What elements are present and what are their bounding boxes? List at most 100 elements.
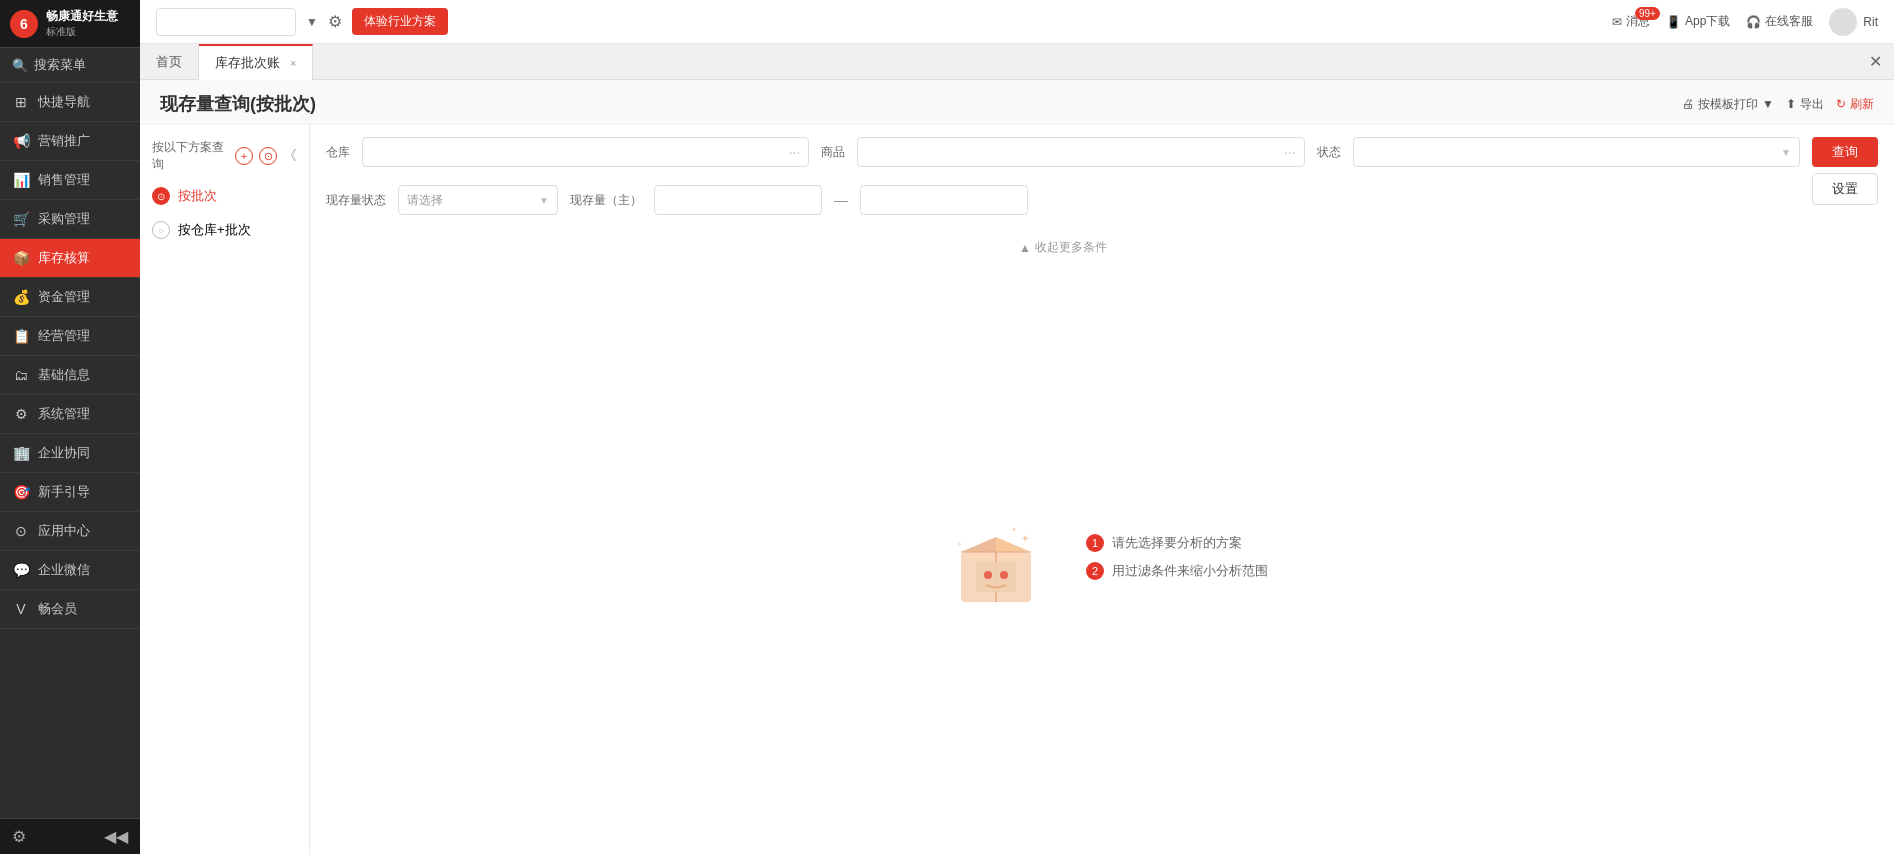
quantity-to[interactable] [869, 193, 1019, 207]
warehouse-input-wrapper[interactable]: ··· [362, 137, 809, 167]
solution-item-batch[interactable]: ⊙ 按批次 [140, 179, 309, 213]
filter-settings-btn[interactable]: 设置 [1812, 173, 1878, 205]
filter-actions: 查询 设置 [1812, 137, 1878, 205]
tab-close-btn[interactable]: × [290, 57, 296, 69]
add-solution-btn[interactable]: + [235, 147, 253, 165]
sidebar-item-label: 快捷导航 [38, 93, 90, 111]
collapse-panel-btn[interactable]: 《 [283, 147, 297, 165]
tab-inventory-batch[interactable]: 库存批次账 × [199, 44, 313, 80]
refresh-label: 刷新 [1850, 96, 1874, 113]
sidebar-item-inventory[interactable]: 📦 库存核算 [0, 239, 140, 278]
app-download-label: App下载 [1685, 13, 1730, 30]
quantity-from[interactable] [663, 193, 813, 207]
user-avatar-btn[interactable]: Rit [1829, 8, 1878, 36]
sidebar-item-sales[interactable]: 📊 销售管理 [0, 161, 140, 200]
status-select[interactable]: ▼ [1353, 137, 1800, 167]
page-header: 现存量查询(按批次) 🖨 按模板打印 ▼ ⬆ 导出 ↻ 刷新 [140, 80, 1894, 125]
tab-home[interactable]: 首页 [140, 44, 199, 80]
basics-icon: 🗂 [12, 366, 30, 384]
user-avatar [1829, 8, 1857, 36]
purchase-icon: 🛒 [12, 210, 30, 228]
sidebar-search[interactable]: 🔍 搜索菜单 [0, 48, 140, 83]
sidebar-item-marketing[interactable]: 📢 营销推广 [0, 122, 140, 161]
empty-illustration: ✦ ✦ ✦ [936, 497, 1056, 617]
export-btn[interactable]: ⬆ 导出 [1786, 96, 1824, 113]
sidebar-item-label: 畅会员 [38, 600, 77, 618]
refresh-btn[interactable]: ↻ 刷新 [1836, 96, 1874, 113]
left-panel-title: 按以下方案查询 [152, 139, 235, 173]
app-subtitle: 标准版 [46, 25, 118, 39]
product-input-wrapper[interactable]: ··· [857, 137, 1304, 167]
sidebar-item-newbie[interactable]: 🎯 新手引导 [0, 473, 140, 512]
sidebar-item-system[interactable]: ⚙ 系统管理 [0, 395, 140, 434]
sidebar-item-enterprise[interactable]: 🏢 企业协同 [0, 434, 140, 473]
topbar-gear-icon[interactable]: ⚙ [328, 12, 342, 31]
quantity-from-input[interactable] [654, 185, 822, 215]
step-1-num: 1 [1086, 534, 1104, 552]
sidebar-header: 6 畅康通好生意 标准版 [0, 0, 140, 48]
settings-solution-btn[interactable]: ⊙ [259, 147, 277, 165]
panel-close-btn[interactable]: ✕ [1857, 52, 1894, 71]
svg-marker-1 [961, 537, 996, 552]
svg-point-7 [1000, 571, 1008, 579]
sidebar-item-basics[interactable]: 🗂 基础信息 [0, 356, 140, 395]
sidebar-item-appstore[interactable]: ⊙ 应用中心 [0, 512, 140, 551]
online-service-label: 在线客服 [1765, 13, 1813, 30]
sidebar-item-label: 基础信息 [38, 366, 90, 384]
warehouse-dots[interactable]: ··· [785, 144, 801, 160]
solution-item-warehouse-batch[interactable]: ○ 按仓库+批次 [140, 213, 309, 247]
finance-icon: 💰 [12, 288, 30, 306]
quantity-to-input[interactable] [860, 185, 1028, 215]
print-label: 按模板打印 [1698, 96, 1758, 113]
filter-row-1: 仓库 ··· 商品 ··· 状态 [326, 137, 1800, 167]
stock-status-select[interactable]: 请选择 ▼ [398, 185, 558, 215]
member-icon: V [12, 600, 30, 618]
app-download-btn[interactable]: 📱 App下载 [1666, 13, 1730, 30]
messages-btn[interactable]: ✉ 消息 99+ [1612, 13, 1650, 30]
topbar-search-input[interactable] [156, 8, 296, 36]
trial-btn[interactable]: 体验行业方案 [352, 8, 448, 35]
collapse-sidebar-icon[interactable]: ◀◀ [104, 827, 128, 846]
product-input[interactable] [866, 145, 1280, 159]
topbar-actions: ✉ 消息 99+ 📱 App下载 🎧 在线客服 Rit [1612, 8, 1878, 36]
inventory-icon: 📦 [12, 249, 30, 267]
sidebar-item-finance[interactable]: 💰 资金管理 [0, 278, 140, 317]
sidebar-item-quick-nav[interactable]: ⊞ 快捷导航 [0, 83, 140, 122]
topbar-chevron-icon[interactable]: ▼ [306, 15, 318, 29]
messages-badge: 99+ [1635, 7, 1660, 20]
sidebar-item-member[interactable]: V 畅会员 [0, 590, 140, 629]
export-icon: ⬆ [1786, 97, 1796, 111]
sidebar-item-label: 销售管理 [38, 171, 90, 189]
solution-batch-icon: ⊙ [152, 187, 170, 205]
settings-icon[interactable]: ⚙ [12, 827, 26, 846]
sidebar-item-operations[interactable]: 📋 经营管理 [0, 317, 140, 356]
stock-status-label: 现存量状态 [326, 192, 386, 209]
page-content: 现存量查询(按批次) 🖨 按模板打印 ▼ ⬆ 导出 ↻ 刷新 [140, 80, 1894, 854]
left-panel: 按以下方案查询 + ⊙ 《 ⊙ 按批次 ○ 按仓库+批次 [140, 125, 310, 854]
enterprise-icon: 🏢 [12, 444, 30, 462]
online-service-btn[interactable]: 🎧 在线客服 [1746, 13, 1813, 30]
sidebar-item-wechat[interactable]: 💬 企业微信 [0, 551, 140, 590]
stock-status-chevron-icon: ▼ [539, 195, 549, 206]
tab-home-label: 首页 [156, 53, 182, 71]
product-dots[interactable]: ··· [1280, 144, 1296, 160]
right-content: 仓库 ··· 商品 ··· 状态 [310, 125, 1894, 854]
wechat-icon: 💬 [12, 561, 30, 579]
step-1-text: 请先选择要分析的方案 [1112, 534, 1242, 552]
collapse-more-btn[interactable]: ▲ 收起更多条件 [326, 233, 1800, 262]
system-icon: ⚙ [12, 405, 30, 423]
sidebar-item-label: 企业协同 [38, 444, 90, 462]
app-title: 畅康通好生意 [46, 8, 118, 25]
query-btn[interactable]: 查询 [1812, 137, 1878, 167]
svg-text:✦: ✦ [956, 540, 963, 549]
sidebar: 6 畅康通好生意 标准版 🔍 搜索菜单 ⊞ 快捷导航 📢 营销推广 📊 销售管理… [0, 0, 140, 854]
warehouse-input[interactable] [371, 145, 785, 159]
svg-text:✦: ✦ [1021, 533, 1029, 544]
solution-warehouse-label: 按仓库+批次 [178, 221, 251, 239]
product-label: 商品 [821, 144, 845, 161]
empty-step-1: 1 请先选择要分析的方案 [1086, 534, 1268, 552]
sidebar-item-purchase[interactable]: 🛒 采购管理 [0, 200, 140, 239]
collapse-up-icon: ▲ [1019, 241, 1031, 255]
print-btn[interactable]: 🖨 按模板打印 ▼ [1682, 96, 1774, 113]
sidebar-item-label: 系统管理 [38, 405, 90, 423]
